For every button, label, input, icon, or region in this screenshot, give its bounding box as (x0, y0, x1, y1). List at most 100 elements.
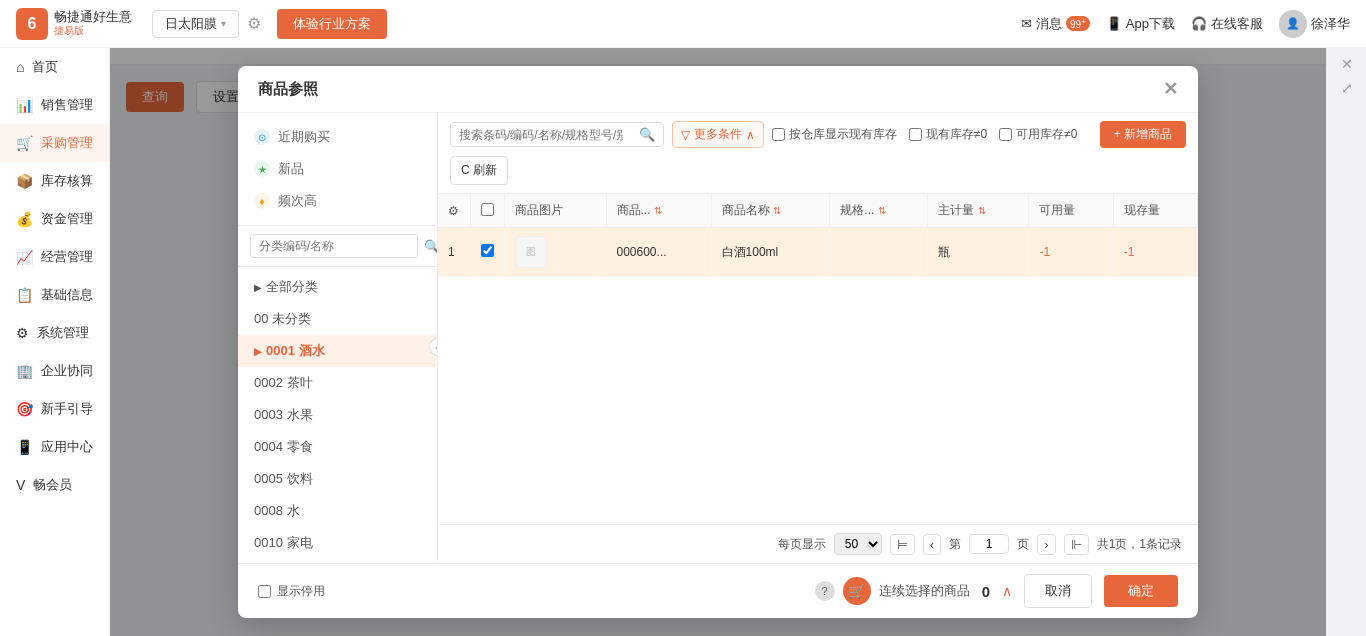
product-search-input[interactable] (451, 124, 631, 146)
sidebar-finance-label: 资金管理 (41, 210, 93, 228)
logo-area: 6 畅捷通好生意 捷易版 (16, 8, 132, 40)
th-settings[interactable]: ⚙ (438, 194, 470, 228)
th-checkbox[interactable] (470, 194, 504, 228)
sidebar-item-sales[interactable]: 📊 销售管理 (0, 86, 109, 124)
category-fruit[interactable]: 0003 水果 (238, 399, 437, 431)
sidebar-item-basic-info[interactable]: 📋 基础信息 (0, 276, 109, 314)
mini-expand-icon[interactable]: ⤢ (1341, 80, 1353, 96)
td-checkbox[interactable] (470, 228, 504, 277)
sidebar-item-finance[interactable]: 💰 资金管理 (0, 200, 109, 238)
product-table-body: 1 图 000600... 白酒100ml (438, 228, 1198, 277)
th-unit[interactable]: 主计量 ⇅ (928, 194, 1029, 228)
modal-close-button[interactable]: ✕ (1163, 78, 1178, 100)
sidebar-item-system[interactable]: ⚙ 系统管理 (0, 314, 109, 352)
select-all-checkbox[interactable] (481, 203, 494, 216)
sidebar-item-apps[interactable]: 📱 应用中心 (0, 428, 109, 466)
company-name: 日太阳膜 (165, 15, 217, 33)
category-all-label: 全部分类 (266, 278, 318, 296)
new-product-tab[interactable]: ★ 新品 (238, 153, 437, 185)
cart-count: 0 (982, 583, 990, 600)
category-water[interactable]: 0008 水 (238, 495, 437, 527)
first-page-button[interactable]: ⊨ (890, 534, 915, 555)
filter-arrow-icon: ∧ (746, 128, 755, 142)
cart-button[interactable]: 🛒 (843, 577, 871, 605)
app-download-nav-item[interactable]: 📱 App下载 (1106, 15, 1175, 33)
category-tea[interactable]: 0002 茶叶 (238, 367, 437, 399)
filter-label: 更多条件 (694, 126, 742, 143)
th-name-sort-icon: ⇅ (773, 205, 781, 216)
checkbox-by-warehouse-input[interactable] (772, 128, 785, 141)
confirm-button[interactable]: 确定 (1104, 575, 1178, 607)
category-search-icon[interactable]: 🔍 (424, 239, 438, 254)
purchase-icon: 🛒 (16, 135, 33, 151)
quick-tabs: ⊙ 近期购买 ★ 新品 ♦ 频次高 (238, 113, 437, 226)
category-all[interactable]: ▶ 全部分类 (238, 271, 437, 303)
cancel-button[interactable]: 取消 (1024, 574, 1092, 608)
company-selector[interactable]: 日太阳膜 ▾ (152, 10, 239, 38)
modal-title: 商品参照 (258, 80, 318, 99)
table-row[interactable]: 1 图 000600... 白酒100ml (438, 228, 1198, 277)
th-available: 可用量 (1029, 194, 1113, 228)
sidebar-item-guide[interactable]: 🎯 新手引导 (0, 390, 109, 428)
avatar: 👤 (1279, 10, 1307, 38)
checkbox-usable-input[interactable] (999, 128, 1012, 141)
product-reference-modal: 商品参照 ✕ ⊙ 近期购买 ★ (238, 66, 1198, 618)
th-name[interactable]: 商品名称 ⇅ (711, 194, 830, 228)
mini-close-icon[interactable]: ✕ (1341, 56, 1353, 72)
next-page-button[interactable]: › (1037, 534, 1055, 555)
category-tea-label: 0002 茶叶 (254, 374, 313, 392)
sidebar-item-home[interactable]: ⌂ 首页 (0, 48, 109, 86)
cart-collapse-icon[interactable]: ∧ (1002, 583, 1012, 599)
product-table-wrap: ⚙ 商品图片 商品... ⇅ (438, 194, 1198, 524)
experience-button[interactable]: 体验行业方案 (277, 9, 387, 39)
inventory-icon: 📦 (16, 173, 33, 189)
checkbox-by-warehouse[interactable]: 按仓库显示现有库存 (772, 126, 897, 143)
checkbox-usable-label: 可用库存≠0 (1016, 126, 1077, 143)
logo-text: 畅捷通好生意 捷易版 (54, 9, 132, 39)
refresh-button[interactable]: C 刷新 (450, 156, 508, 185)
logo-icon: 6 (16, 8, 48, 40)
settings-icon[interactable]: ⚙ (247, 14, 261, 33)
category-beverages[interactable]: 0005 饮料 (238, 463, 437, 495)
messages-label: 消息 (1036, 15, 1062, 33)
prev-page-button[interactable]: ‹ (923, 534, 941, 555)
category-appliances[interactable]: 0010 家电 (238, 527, 437, 559)
sidebar-item-purchase[interactable]: 🛒 采购管理 (0, 124, 109, 162)
checkbox-available-input[interactable] (909, 128, 922, 141)
sales-icon: 📊 (16, 97, 33, 113)
sidebar-item-member[interactable]: V 畅会员 (0, 466, 109, 504)
th-spec[interactable]: 规格... ⇅ (830, 194, 928, 228)
sidebar-item-enterprise[interactable]: 🏢 企业协同 (0, 352, 109, 390)
page-input[interactable] (969, 534, 1009, 554)
category-liquor[interactable]: ▶ 0001 酒水 (238, 335, 437, 367)
th-code-label: 商品... (617, 203, 651, 217)
sidebar-item-inventory[interactable]: 📦 库存核算 (0, 162, 109, 200)
row-checkbox[interactable] (481, 244, 494, 257)
frequent-tab[interactable]: ♦ 频次高 (238, 185, 437, 217)
more-filters-button[interactable]: ▽ 更多条件 ∧ (672, 121, 764, 148)
th-code[interactable]: 商品... ⇅ (606, 194, 711, 228)
sidebar-inventory-label: 库存核算 (41, 172, 93, 190)
help-icon[interactable]: ? (815, 581, 835, 601)
chevron-down-icon: ▾ (221, 18, 226, 29)
sidebar-item-operations[interactable]: 📈 经营管理 (0, 238, 109, 276)
customer-service-nav-item[interactable]: 🎧 在线客服 (1191, 15, 1263, 33)
page-size-select[interactable]: 50 (834, 533, 882, 555)
category-uncategorized[interactable]: 00 未分类 (238, 303, 437, 335)
show-disabled-input[interactable] (258, 585, 271, 598)
add-product-button[interactable]: + 新增商品 (1100, 121, 1186, 148)
user-icon: 👤 (1286, 17, 1300, 30)
checkbox-usable[interactable]: 可用库存≠0 (999, 126, 1077, 143)
category-snacks[interactable]: 0004 零食 (238, 431, 437, 463)
product-search-icon[interactable]: 🔍 (631, 123, 663, 146)
recent-purchase-tab[interactable]: ⊙ 近期购买 (238, 121, 437, 153)
user-nav-item[interactable]: 👤 徐泽华 (1279, 10, 1350, 38)
freq-icon: ♦ (254, 193, 270, 209)
filter-checkboxes: 按仓库显示现有库存 现有库存≠0 可用库存≠0 (772, 126, 1078, 143)
category-search-input[interactable] (250, 234, 418, 258)
checkbox-available[interactable]: 现有库存≠0 (909, 126, 987, 143)
sidebar-basic-info-label: 基础信息 (41, 286, 93, 304)
show-disabled-checkbox[interactable]: 显示停用 (258, 583, 325, 600)
last-page-button[interactable]: ⊩ (1064, 534, 1089, 555)
messages-nav-item[interactable]: ✉ 消息 99+ (1021, 15, 1090, 33)
